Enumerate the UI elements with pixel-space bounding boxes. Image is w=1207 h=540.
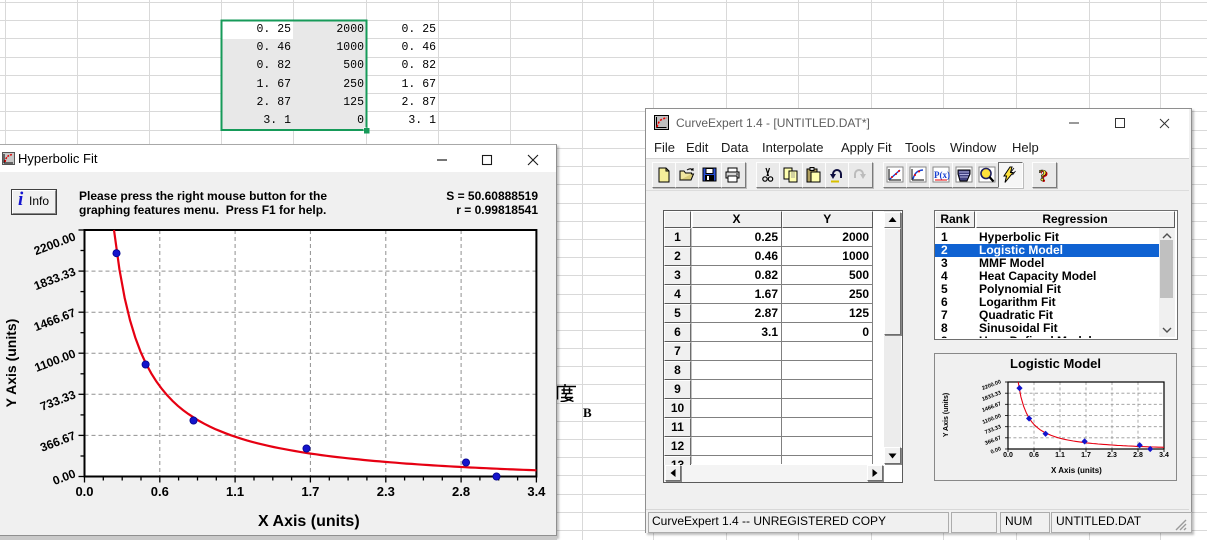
- svg-text:P(x): P(x): [934, 170, 950, 180]
- svg-text:?: ?: [1039, 166, 1048, 184]
